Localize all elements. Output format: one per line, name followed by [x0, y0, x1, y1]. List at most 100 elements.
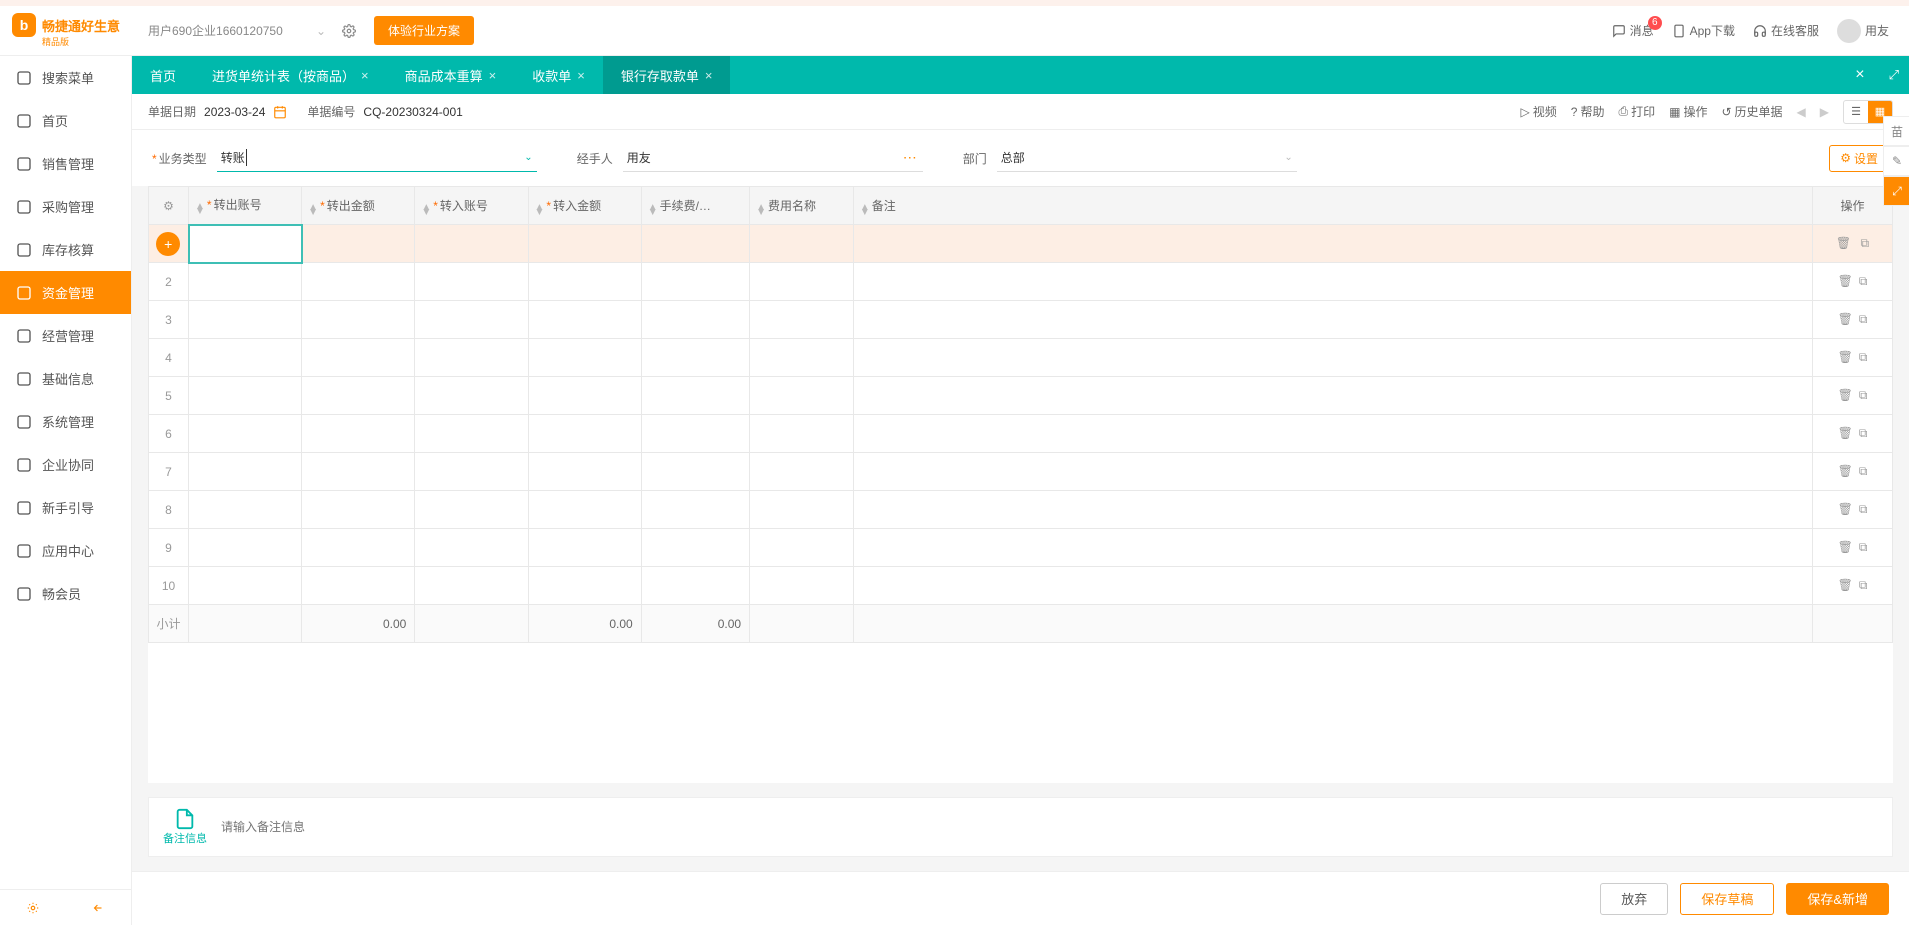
cell-remark[interactable]	[853, 225, 1812, 263]
table-row[interactable]: 10🗑⧉	[149, 567, 1893, 605]
cell-in-amt[interactable]	[528, 415, 641, 453]
cell-in-amt[interactable]	[528, 301, 641, 339]
handler-select[interactable]: 用友 ⋯	[623, 144, 923, 172]
sidebar-item-1[interactable]: 首页	[0, 99, 131, 142]
delete-row-icon[interactable]: 🗑	[1838, 350, 1853, 364]
table-row[interactable]: 2🗑⧉	[149, 263, 1893, 301]
view-list-toggle[interactable]: ☰	[1844, 101, 1868, 123]
doc-date-value[interactable]: 2023-03-24	[204, 105, 265, 119]
rail-item-3[interactable]: ⤢	[1883, 176, 1909, 206]
cell-remark[interactable]	[853, 415, 1812, 453]
cell-fee-name[interactable]	[750, 339, 854, 377]
col-config-header[interactable]: ⚙	[149, 187, 189, 225]
col-in-amt[interactable]: ▲▼*转入金额	[528, 187, 641, 225]
cell-out-amt[interactable]	[302, 339, 415, 377]
cell-fee-name[interactable]	[750, 567, 854, 605]
cell-fee-name[interactable]	[750, 415, 854, 453]
cell-fee-name[interactable]	[750, 225, 854, 263]
col-fee[interactable]: ▲▼手续费/…	[641, 187, 749, 225]
cell-fee-name[interactable]	[750, 453, 854, 491]
cell-remark[interactable]	[853, 377, 1812, 415]
cell-fee[interactable]	[641, 377, 749, 415]
col-in-acct[interactable]: ▲▼*转入账号	[415, 187, 528, 225]
sidebar-item-2[interactable]: 销售管理	[0, 142, 131, 185]
prev-doc-icon[interactable]: ◀	[1797, 105, 1806, 119]
rail-item-2[interactable]: ✎	[1883, 146, 1909, 176]
delete-row-icon[interactable]: 🗑	[1838, 578, 1853, 592]
tab-4[interactable]: 银行存取款单×	[603, 56, 731, 94]
cell-remark[interactable]	[853, 491, 1812, 529]
cell-fee-name[interactable]	[750, 529, 854, 567]
remark-input[interactable]	[221, 820, 1878, 834]
user-menu[interactable]: 用友	[1837, 19, 1889, 43]
cell-out-amt[interactable]	[302, 491, 415, 529]
cell-fee[interactable]	[641, 301, 749, 339]
cell-out-acct[interactable]	[189, 339, 302, 377]
help-link[interactable]: ?帮助	[1571, 103, 1605, 120]
rail-item-1[interactable]: 苗	[1883, 116, 1909, 146]
copy-row-icon[interactable]: ⧉	[1859, 502, 1868, 516]
cell-out-amt[interactable]	[302, 529, 415, 567]
delete-row-icon[interactable]: 🗑	[1838, 502, 1853, 516]
cell-out-amt[interactable]	[302, 415, 415, 453]
cell-fee-name[interactable]	[750, 377, 854, 415]
close-icon[interactable]: ×	[577, 68, 585, 83]
cell-fee[interactable]	[641, 529, 749, 567]
table-row[interactable]: + 🗑 ⧉	[149, 225, 1893, 263]
table-row[interactable]: 5🗑⧉	[149, 377, 1893, 415]
sidebar-item-4[interactable]: 库存核算	[0, 228, 131, 271]
cell-in-acct[interactable]	[415, 263, 528, 301]
sidebar-item-6[interactable]: 经营管理	[0, 314, 131, 357]
cell-out-amt[interactable]	[302, 263, 415, 301]
cell-remark[interactable]	[853, 339, 1812, 377]
cell-fee-name[interactable]	[750, 491, 854, 529]
copy-row-icon[interactable]: ⧉	[1859, 578, 1868, 592]
cell-out-acct[interactable]	[189, 567, 302, 605]
save-draft-button[interactable]: 保存草稿	[1680, 883, 1774, 915]
tab-2[interactable]: 商品成本重算×	[387, 56, 515, 94]
copy-row-icon[interactable]: ⧉	[1859, 274, 1868, 288]
tenant-settings-icon[interactable]	[342, 24, 356, 38]
delete-row-icon[interactable]: 🗑	[1838, 540, 1853, 554]
next-doc-icon[interactable]: ▶	[1820, 105, 1829, 119]
cell-in-amt[interactable]	[528, 339, 641, 377]
close-all-tabs-icon[interactable]: ×	[1841, 66, 1878, 84]
cell-fee[interactable]	[641, 263, 749, 301]
cell-out-amt[interactable]	[302, 377, 415, 415]
cell-in-acct[interactable]	[415, 567, 528, 605]
cell-in-acct[interactable]	[415, 339, 528, 377]
sidebar-item-12[interactable]: 畅会员	[0, 572, 131, 615]
table-row[interactable]: 7🗑⧉	[149, 453, 1893, 491]
copy-row-icon[interactable]: ⧉	[1859, 540, 1868, 554]
cell-out-acct[interactable]	[189, 453, 302, 491]
cell-in-acct[interactable]	[415, 225, 528, 263]
table-row[interactable]: 6🗑⧉	[149, 415, 1893, 453]
delete-row-icon[interactable]: 🗑	[1838, 388, 1853, 402]
cell-fee-name[interactable]	[750, 263, 854, 301]
cell-out-amt[interactable]	[302, 567, 415, 605]
cell-out-acct[interactable]	[189, 491, 302, 529]
tab-3[interactable]: 收款单×	[514, 56, 603, 94]
cell-remark[interactable]	[853, 567, 1812, 605]
cell-fee[interactable]	[641, 415, 749, 453]
col-remark[interactable]: ▲▼备注	[853, 187, 1812, 225]
close-icon[interactable]: ×	[361, 68, 369, 83]
sidebar-item-11[interactable]: 应用中心	[0, 529, 131, 572]
delete-row-icon[interactable]: 🗑	[1838, 312, 1853, 326]
sidebar-item-8[interactable]: 系统管理	[0, 400, 131, 443]
calendar-icon[interactable]	[273, 105, 287, 119]
cell-remark[interactable]	[853, 263, 1812, 301]
cell-in-acct[interactable]	[415, 453, 528, 491]
tenant-select[interactable]: 用户690企业1660120750 ⌄	[142, 17, 332, 45]
copy-row-icon[interactable]: ⧉	[1859, 350, 1868, 364]
cell-in-amt[interactable]	[528, 567, 641, 605]
add-row-icon[interactable]: +	[156, 232, 180, 256]
table-row[interactable]: 3🗑⧉	[149, 301, 1893, 339]
cell-in-acct[interactable]	[415, 415, 528, 453]
cell-out-amt[interactable]	[302, 453, 415, 491]
biz-type-select[interactable]: 转账 ⌄	[217, 144, 537, 172]
cell-out-acct[interactable]	[189, 225, 302, 263]
copy-row-icon[interactable]: ⧉	[1859, 312, 1868, 326]
operate-link[interactable]: ▦操作	[1669, 103, 1707, 120]
history-link[interactable]: ↺历史单据	[1721, 103, 1782, 120]
